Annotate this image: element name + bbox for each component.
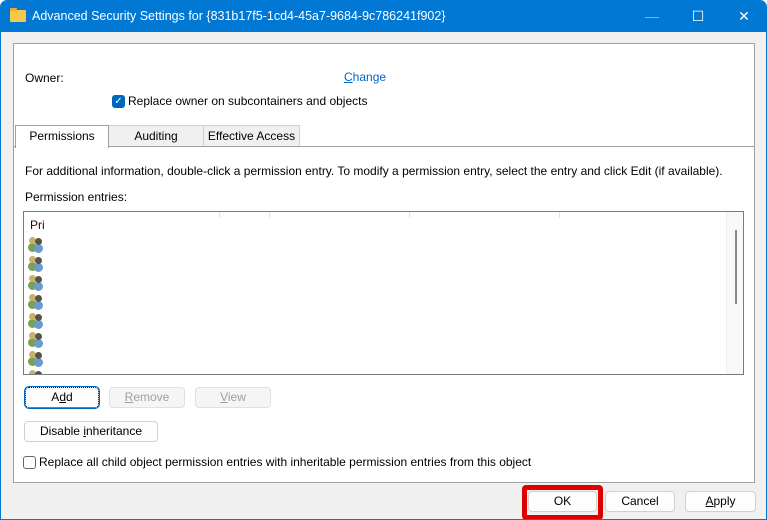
column-header-principal[interactable]: Pri	[30, 218, 45, 232]
column-divider[interactable]	[559, 212, 560, 218]
column-divider[interactable]	[409, 212, 410, 218]
replace-owner-label: Replace owner on subcontainers and objec…	[128, 94, 368, 108]
users-group-icon	[29, 370, 45, 374]
window-title: Advanced Security Settings for {831b17f5…	[32, 9, 446, 23]
title-bar: Advanced Security Settings for {831b17f5…	[1, 1, 766, 32]
users-group-icon	[29, 294, 45, 308]
view-button[interactable]: View	[195, 387, 271, 408]
tab-permissions[interactable]: Permissions	[15, 125, 109, 148]
tab-auditing[interactable]: Auditing	[108, 125, 204, 147]
column-divider[interactable]	[219, 212, 220, 218]
change-owner-link[interactable]: Change	[344, 70, 386, 84]
disable-inheritance-button[interactable]: Disable inheritance	[24, 421, 158, 442]
remove-button[interactable]: Remove	[109, 387, 185, 408]
permission-entries-list[interactable]: Pri	[23, 211, 744, 375]
apply-button[interactable]: Apply	[685, 491, 756, 512]
tab-effective-access[interactable]: Effective Access	[203, 125, 300, 147]
users-group-icon	[29, 332, 45, 346]
owner-label: Owner:	[25, 71, 64, 85]
folder-icon	[10, 8, 26, 22]
column-divider[interactable]	[269, 212, 270, 218]
close-button[interactable]: ✕	[721, 1, 766, 32]
users-group-icon	[29, 237, 45, 251]
cancel-button[interactable]: Cancel	[605, 491, 675, 512]
replace-owner-checkbox[interactable]: ✓	[112, 95, 125, 108]
replace-child-permissions-checkbox[interactable]	[23, 456, 36, 469]
users-group-icon	[29, 256, 45, 270]
replace-child-permissions-label: Replace all child object permission entr…	[39, 455, 532, 469]
ok-button[interactable]: OK	[528, 491, 597, 512]
scrollbar-thumb[interactable]	[735, 230, 737, 304]
vertical-scrollbar[interactable]	[726, 212, 743, 374]
add-button[interactable]: Add	[24, 386, 100, 409]
users-group-icon	[29, 313, 45, 327]
permission-entries-label: Permission entries:	[25, 190, 128, 204]
maximize-button[interactable]: ☐	[675, 1, 721, 32]
minimize-button[interactable]: —	[629, 1, 675, 32]
advanced-security-settings-window: Advanced Security Settings for {831b17f5…	[0, 0, 767, 520]
users-group-icon	[29, 351, 45, 365]
users-group-icon	[29, 275, 45, 289]
permissions-info: For additional information, double-click…	[25, 164, 723, 178]
